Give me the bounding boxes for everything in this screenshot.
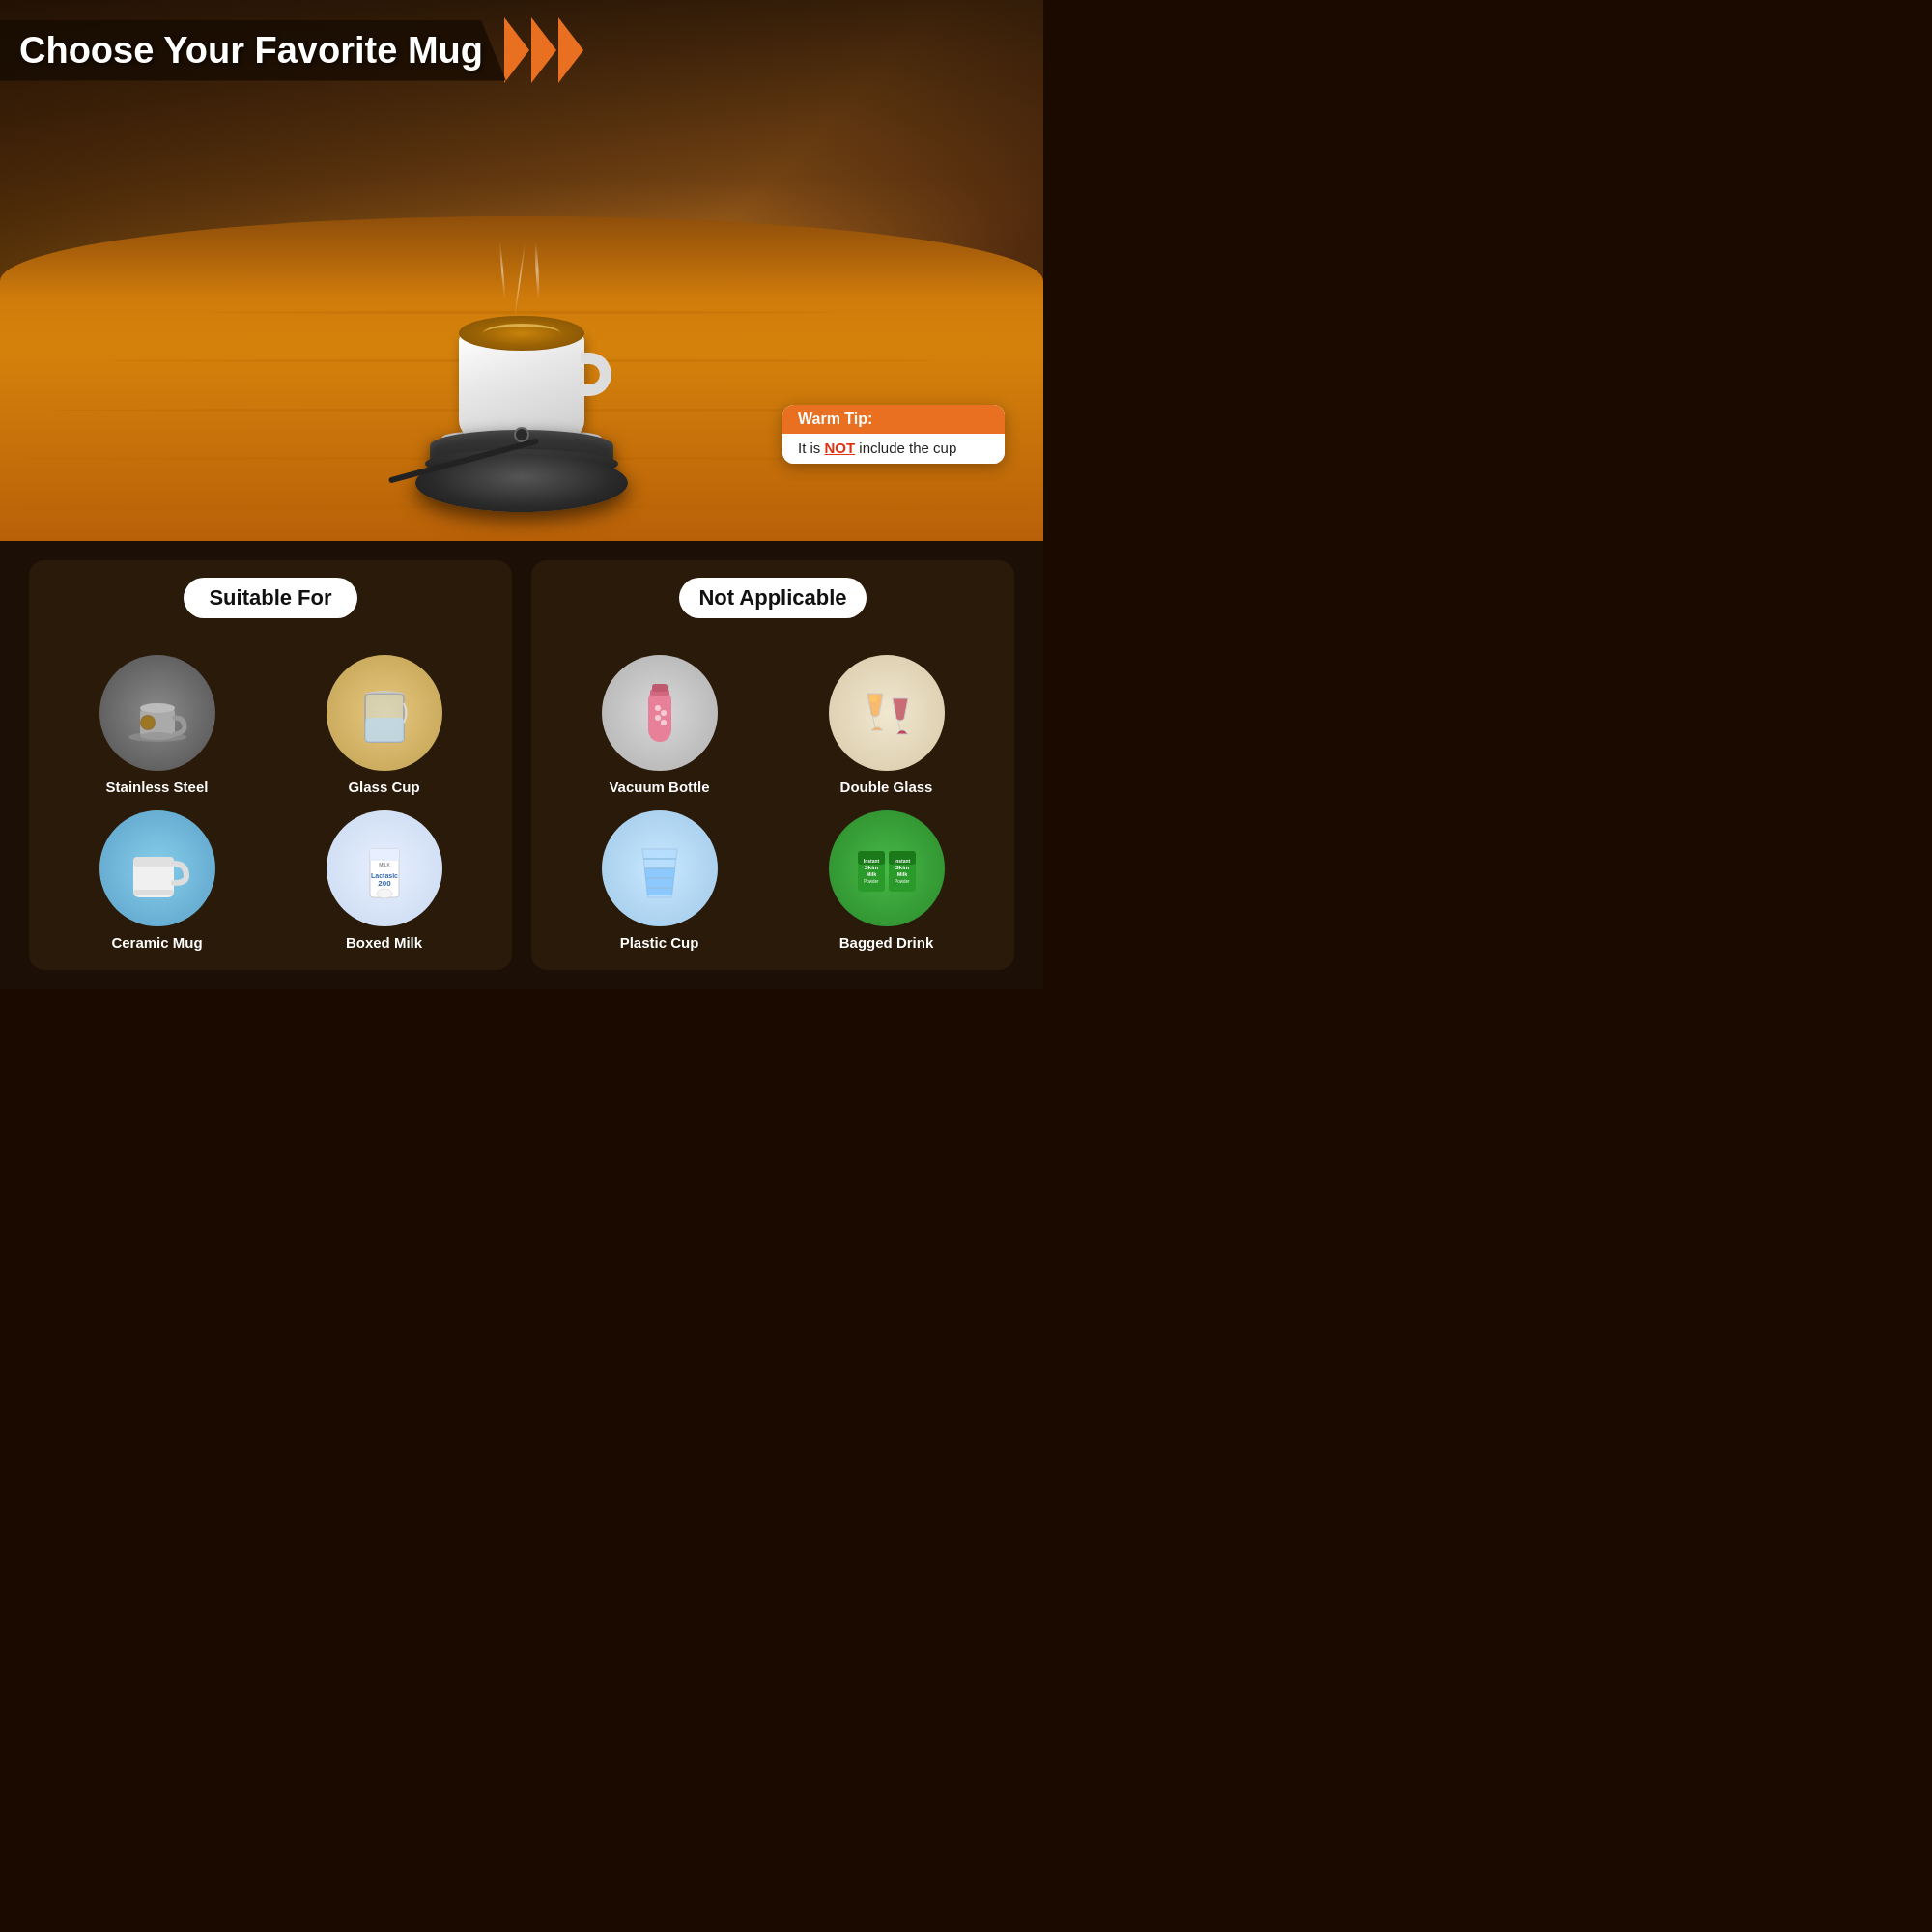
vacuum-label: Vacuum Bottle bbox=[609, 779, 709, 795]
title-banner: Choose Your Favorite Mug bbox=[0, 17, 583, 83]
item-ceramic-mug: Ceramic Mug bbox=[48, 810, 266, 951]
title-bg: Choose Your Favorite Mug bbox=[0, 20, 506, 81]
svg-point-24 bbox=[869, 695, 877, 702]
svg-text:Instant: Instant bbox=[894, 858, 910, 864]
double-glass-label: Double Glass bbox=[840, 779, 933, 795]
svg-text:Skim: Skim bbox=[895, 865, 908, 870]
svg-rect-12 bbox=[370, 849, 399, 861]
item-glass-cup: Glass Cup bbox=[275, 655, 493, 795]
coffee-cup bbox=[459, 333, 584, 440]
stainless-icon bbox=[119, 674, 196, 752]
svg-text:Lactasic: Lactasic bbox=[370, 872, 397, 879]
suitable-for-title: Suitable For bbox=[209, 585, 331, 610]
warm-tip-post: include the cup bbox=[855, 440, 956, 456]
plastic-cup-icon bbox=[621, 830, 698, 907]
svg-text:Milk: Milk bbox=[896, 871, 908, 877]
stainless-label: Stainless Steel bbox=[106, 779, 209, 795]
item-stainless-steel: Stainless Steel bbox=[48, 655, 266, 795]
svg-text:200: 200 bbox=[378, 879, 391, 888]
info-section: Suitable For Sta bbox=[0, 541, 1043, 989]
chevron-icon-1 bbox=[504, 17, 529, 83]
svg-point-21 bbox=[661, 710, 667, 716]
vacuum-bottle-icon bbox=[621, 674, 698, 752]
cup-handle bbox=[581, 353, 611, 396]
svg-text:Powder: Powder bbox=[864, 879, 879, 884]
svg-text:Milk: Milk bbox=[866, 871, 877, 877]
svg-rect-17 bbox=[648, 689, 671, 742]
svg-point-22 bbox=[655, 715, 661, 721]
plastic-circle bbox=[602, 810, 718, 926]
chevron-decoration bbox=[502, 17, 583, 83]
not-applicable-title: Not Applicable bbox=[698, 585, 846, 610]
svg-point-20 bbox=[655, 705, 661, 711]
svg-text:MILK: MILK bbox=[379, 862, 390, 867]
double-glass-circle bbox=[829, 655, 945, 771]
svg-point-2 bbox=[140, 703, 175, 713]
bagged-circle: Instant Skim Milk Powder Instant Skim Mi… bbox=[829, 810, 945, 926]
cup-top-coffee bbox=[459, 316, 584, 351]
boxed-milk-label: Boxed Milk bbox=[346, 934, 422, 951]
warm-tip-box: Warm Tip: It is NOT include the cup bbox=[782, 405, 1005, 464]
latte-art bbox=[483, 324, 560, 343]
warm-tip-not: NOT bbox=[825, 440, 856, 456]
item-plastic-cup: Plastic Cup bbox=[551, 810, 768, 951]
item-boxed-milk: Lactasic 200 MILK Boxed Milk bbox=[275, 810, 493, 951]
warm-tip-pre: It is bbox=[798, 440, 825, 456]
svg-text:Powder: Powder bbox=[895, 879, 910, 884]
warm-tip-header: Warm Tip: bbox=[782, 405, 1005, 434]
page-title: Choose Your Favorite Mug bbox=[19, 30, 483, 71]
svg-point-16 bbox=[377, 889, 392, 898]
suitable-for-panel: Suitable For Sta bbox=[29, 560, 512, 970]
hero-section: Choose Your Favorite Mug bbox=[0, 0, 1043, 541]
suitable-for-grid: Stainless Steel Glass Cup bbox=[48, 655, 493, 951]
suitable-for-header-bg: Suitable For bbox=[184, 578, 357, 618]
stainless-circle bbox=[99, 655, 215, 771]
svg-point-3 bbox=[140, 732, 175, 740]
svg-rect-10 bbox=[133, 890, 174, 895]
warmer-cup-scene bbox=[367, 184, 676, 512]
svg-text:Instant: Instant bbox=[863, 858, 879, 864]
svg-rect-7 bbox=[365, 718, 404, 742]
glass-circle bbox=[327, 655, 442, 771]
boxed-milk-icon: Lactasic 200 MILK bbox=[346, 830, 423, 907]
glass-cup-icon bbox=[346, 674, 423, 752]
glass-label: Glass Cup bbox=[348, 779, 419, 795]
not-applicable-panel: Not Applicable bbox=[531, 560, 1014, 970]
item-double-glass: Double Glass bbox=[778, 655, 995, 795]
boxed-circle: Lactasic 200 MILK bbox=[327, 810, 442, 926]
double-glass-icon bbox=[848, 674, 925, 752]
ceramic-label: Ceramic Mug bbox=[111, 934, 202, 951]
not-applicable-header-bg: Not Applicable bbox=[679, 578, 866, 618]
vacuum-circle bbox=[602, 655, 718, 771]
ceramic-circle bbox=[99, 810, 215, 926]
chevron-icon-2 bbox=[531, 17, 556, 83]
ceramic-mug-icon bbox=[119, 830, 196, 907]
bagged-drink-icon: Instant Skim Milk Powder Instant Skim Mi… bbox=[848, 830, 925, 907]
svg-text:Skim: Skim bbox=[864, 865, 877, 870]
svg-point-23 bbox=[661, 720, 667, 725]
steam-effect bbox=[501, 242, 539, 319]
item-bagged-drink: Instant Skim Milk Powder Instant Skim Mi… bbox=[778, 810, 995, 951]
item-vacuum-bottle: Vacuum Bottle bbox=[551, 655, 768, 795]
svg-rect-9 bbox=[133, 857, 174, 867]
bagged-drink-label: Bagged Drink bbox=[839, 934, 934, 951]
not-applicable-grid: Vacuum Bottle Double Glass bbox=[551, 655, 995, 951]
chevron-icon-3 bbox=[558, 17, 583, 83]
plastic-label: Plastic Cup bbox=[620, 934, 699, 951]
warm-tip-body: It is NOT include the cup bbox=[782, 434, 1005, 464]
svg-point-5 bbox=[142, 717, 154, 728]
svg-rect-19 bbox=[652, 684, 668, 692]
